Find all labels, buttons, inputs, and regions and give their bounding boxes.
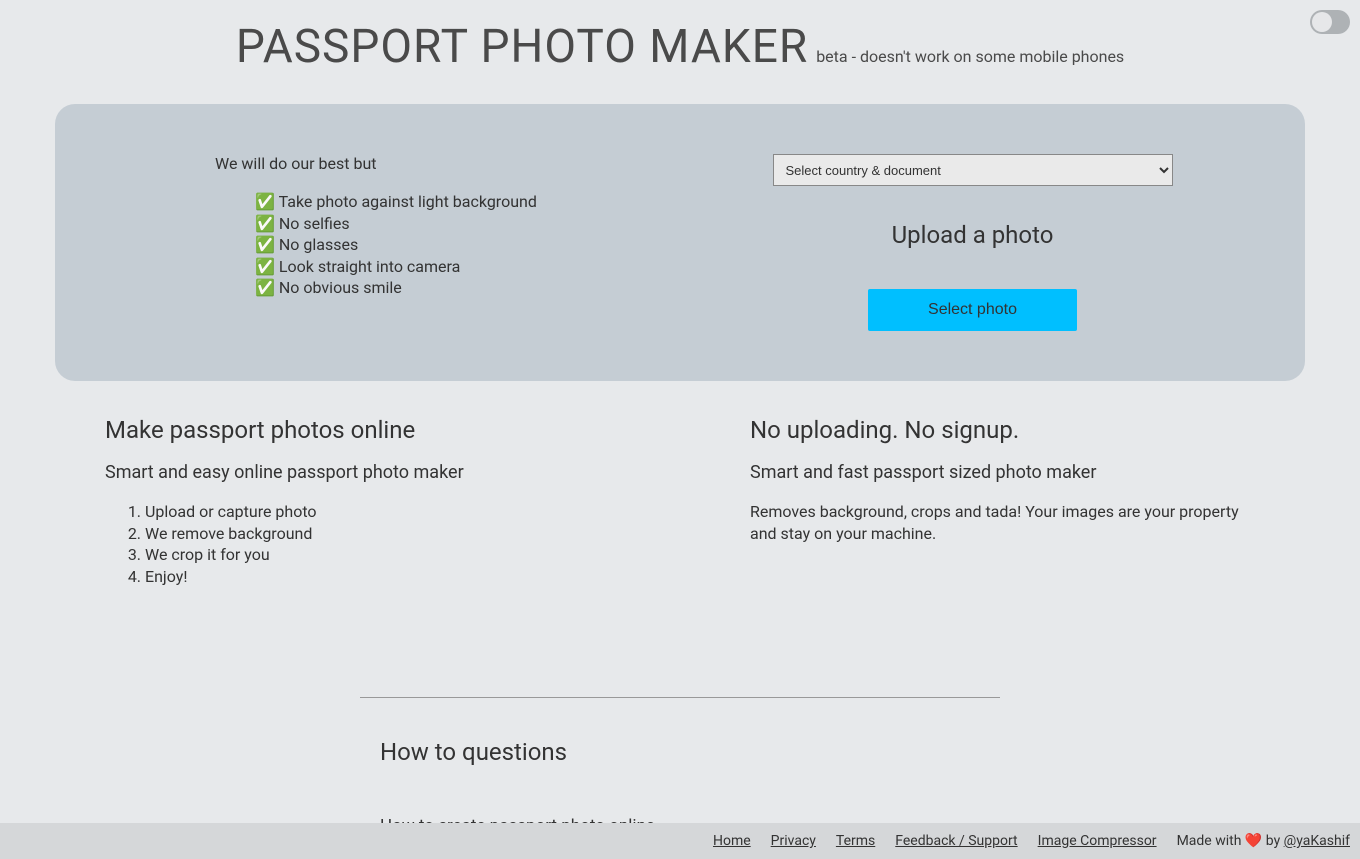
- info-left-heading: Make passport photos online: [105, 416, 610, 444]
- page-title: PASSPORT PHOTO MAKER: [236, 20, 808, 74]
- info-right-paragraph: Removes background, crops and tada! Your…: [750, 501, 1255, 544]
- tips-list: ✅ Take photo against light background ✅ …: [215, 191, 720, 299]
- footer-link-compressor[interactable]: Image Compressor: [1038, 833, 1157, 849]
- upload-section: Select country & document Upload a photo…: [720, 154, 1265, 331]
- page-header: PASSPORT PHOTO MAKER beta - doesn't work…: [0, 0, 1360, 84]
- country-document-select[interactable]: Select country & document: [773, 154, 1173, 186]
- select-photo-button[interactable]: Select photo: [868, 289, 1077, 331]
- tips-section: We will do our best but ✅ Take photo aga…: [95, 154, 720, 331]
- footer-link-home[interactable]: Home: [713, 833, 751, 849]
- step-item: Enjoy!: [145, 566, 610, 588]
- step-item: Upload or capture photo: [145, 501, 610, 523]
- footer-link-privacy[interactable]: Privacy: [771, 833, 816, 849]
- tip-item: ✅ No glasses: [255, 234, 720, 256]
- info-left-subheading: Smart and easy online passport photo mak…: [105, 462, 610, 483]
- footer-link-terms[interactable]: Terms: [836, 833, 875, 849]
- upload-heading: Upload a photo: [892, 221, 1054, 249]
- footer-credit: Made with ❤️ by @yaKashif: [1177, 833, 1350, 849]
- info-right-heading: No uploading. No signup.: [750, 416, 1255, 444]
- theme-toggle[interactable]: [1310, 10, 1350, 34]
- step-item: We crop it for you: [145, 544, 610, 566]
- toggle-knob: [1312, 12, 1332, 32]
- info-right-subheading: Smart and fast passport sized photo make…: [750, 462, 1255, 483]
- credit-prefix: Made with ❤️ by: [1177, 833, 1284, 849]
- page-subtitle: beta - doesn't work on some mobile phone…: [816, 47, 1124, 66]
- faq-heading: How to questions: [380, 738, 980, 766]
- step-item: We remove background: [145, 523, 610, 545]
- footer-link-feedback[interactable]: Feedback / Support: [895, 833, 1017, 849]
- tip-item: ✅ No obvious smile: [255, 277, 720, 299]
- tip-item: ✅ Take photo against light background: [255, 191, 720, 213]
- tip-item: ✅ No selfies: [255, 213, 720, 235]
- tip-item: ✅ Look straight into camera: [255, 256, 720, 278]
- faq-section: How to questions How to create passport …: [380, 738, 980, 836]
- info-columns: Make passport photos online Smart and ea…: [55, 416, 1305, 587]
- footer: Home Privacy Terms Feedback / Support Im…: [0, 823, 1360, 859]
- intro-text: We will do our best but: [215, 154, 720, 173]
- section-divider: [360, 697, 1000, 698]
- info-column-right: No uploading. No signup. Smart and fast …: [700, 416, 1305, 587]
- main-panel: We will do our best but ✅ Take photo aga…: [55, 104, 1305, 381]
- info-column-left: Make passport photos online Smart and ea…: [55, 416, 660, 587]
- steps-list: Upload or capture photo We remove backgr…: [105, 501, 610, 587]
- credit-author-link[interactable]: @yaKashif: [1284, 833, 1350, 849]
